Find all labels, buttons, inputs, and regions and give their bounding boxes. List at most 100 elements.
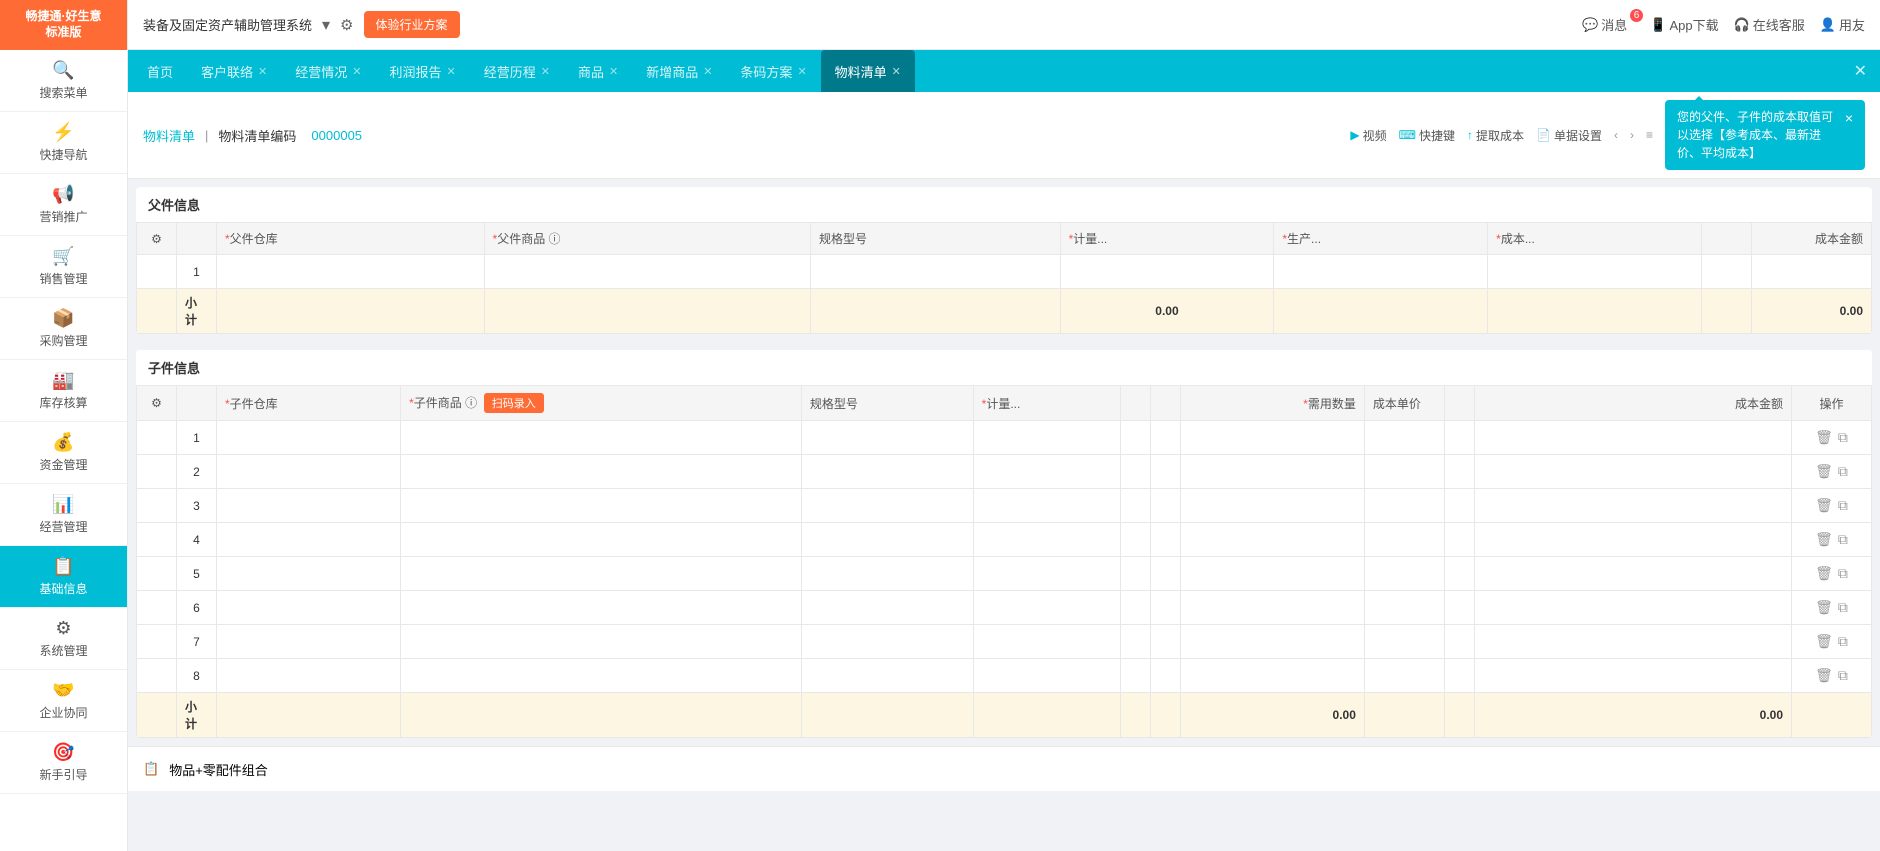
child-row-quantity-1[interactable]	[1180, 421, 1364, 455]
sidebar-item-资金管理[interactable]: 💰资金管理	[0, 422, 127, 484]
child-row-unit-5[interactable]	[973, 557, 1120, 591]
online-service-item[interactable]: 🎧 在线客服	[1734, 15, 1805, 34]
nav-tab-首页[interactable]: 首页	[133, 50, 187, 92]
sidebar-item-库存核算[interactable]: 🏭库存核算	[0, 360, 127, 422]
experience-button[interactable]: 体验行业方案	[364, 11, 460, 38]
child-row-cost-unit-4[interactable]	[1364, 523, 1444, 557]
close-tab-条码方案[interactable]: ✕	[797, 65, 806, 78]
delete-row-6-btn[interactable]: 🗑	[1815, 599, 1833, 616]
sidebar-item-企业协同[interactable]: 🤝企业协同	[0, 670, 127, 732]
child-row-quantity-5[interactable]	[1180, 557, 1364, 591]
delete-row-1-btn[interactable]: 🗑	[1815, 429, 1833, 446]
nav-tab-客户联络[interactable]: 客户联络 ✕	[187, 50, 281, 92]
nav-tab-经营历程[interactable]: 经营历程 ✕	[470, 50, 564, 92]
parent-row-unit[interactable]	[1060, 255, 1274, 289]
child-row-unit-2[interactable]	[973, 455, 1120, 489]
close-tab-经营情况[interactable]: ✕	[352, 65, 361, 78]
close-tab-物料清单[interactable]: ✕	[892, 65, 901, 78]
child-row-cost-unit-3[interactable]	[1364, 489, 1444, 523]
delete-row-2-btn[interactable]: 🗑	[1815, 463, 1833, 480]
message-badge-item[interactable]: 💬 消息 6	[1582, 15, 1635, 34]
nav-tab-物料清单[interactable]: 物料清单 ✕	[821, 50, 915, 92]
child-row-warehouse-3[interactable]	[217, 489, 401, 523]
extract-cost-action[interactable]: ↑提取成本	[1467, 127, 1524, 144]
child-row-cost-unit-6[interactable]	[1364, 591, 1444, 625]
nav-tab-利润报告[interactable]: 利润报告 ✕	[375, 50, 469, 92]
parent-row-product[interactable]	[484, 255, 810, 289]
delete-row-7-btn[interactable]: 🗑	[1815, 633, 1833, 650]
child-row-quantity-3[interactable]	[1180, 489, 1364, 523]
child-row-product-6[interactable]	[401, 591, 802, 625]
sidebar-item-基础信息[interactable]: 📋基础信息	[0, 546, 127, 608]
sidebar-item-营销推广[interactable]: 📢营销推广	[0, 174, 127, 236]
child-row-warehouse-7[interactable]	[217, 625, 401, 659]
child-row-warehouse-4[interactable]	[217, 523, 401, 557]
close-tab-经营历程[interactable]: ✕	[541, 65, 550, 78]
child-row-spec-5[interactable]	[801, 557, 973, 591]
child-row-quantity-4[interactable]	[1180, 523, 1364, 557]
child-row-spec-2[interactable]	[801, 455, 973, 489]
child-row-product-3[interactable]	[401, 489, 802, 523]
child-row-spec-3[interactable]	[801, 489, 973, 523]
child-row-warehouse-8[interactable]	[217, 659, 401, 693]
delete-row-5-btn[interactable]: 🗑	[1815, 565, 1833, 582]
copy-row-8-btn[interactable]: ⧉	[1838, 667, 1848, 684]
close-tab-新增商品[interactable]: ✕	[703, 65, 712, 78]
delete-row-3-btn[interactable]: 🗑	[1815, 497, 1833, 514]
close-tab-客户联络[interactable]: ✕	[258, 65, 267, 78]
child-row-unit-1[interactable]	[973, 421, 1120, 455]
settings-dropdown-icon[interactable]: ▾	[322, 15, 330, 35]
child-row-unit-8[interactable]	[973, 659, 1120, 693]
delete-row-8-btn[interactable]: 🗑	[1815, 667, 1833, 684]
gear-icon[interactable]: ⚙	[340, 16, 353, 34]
sidebar-item-采购管理[interactable]: 📦采购管理	[0, 298, 127, 360]
child-row-quantity-2[interactable]	[1180, 455, 1364, 489]
child-row-product-1[interactable]	[401, 421, 802, 455]
child-row-unit-6[interactable]	[973, 591, 1120, 625]
child-row-warehouse-5[interactable]	[217, 557, 401, 591]
child-row-product-8[interactable]	[401, 659, 802, 693]
delete-row-4-btn[interactable]: 🗑	[1815, 531, 1833, 548]
child-row-warehouse-1[interactable]	[217, 421, 401, 455]
close-tab-商品[interactable]: ✕	[609, 65, 618, 78]
child-row-cost-unit-8[interactable]	[1364, 659, 1444, 693]
copy-row-4-btn[interactable]: ⧉	[1838, 531, 1848, 548]
child-row-unit-4[interactable]	[973, 523, 1120, 557]
user-item[interactable]: 👤 用友	[1820, 15, 1865, 34]
copy-row-1-btn[interactable]: ⧉	[1838, 429, 1848, 446]
copy-row-5-btn[interactable]: ⧉	[1838, 565, 1848, 582]
prev-nav-btn[interactable]: ‹	[1614, 128, 1618, 142]
child-row-cost-unit-2[interactable]	[1364, 455, 1444, 489]
nav-tab-经营情况[interactable]: 经营情况 ✕	[281, 50, 375, 92]
copy-row-7-btn[interactable]: ⧉	[1838, 633, 1848, 650]
child-row-spec-7[interactable]	[801, 625, 973, 659]
child-row-warehouse-6[interactable]	[217, 591, 401, 625]
parent-row-cost[interactable]	[1488, 255, 1702, 289]
video-action[interactable]: ▶视频	[1350, 127, 1386, 144]
child-row-spec-6[interactable]	[801, 591, 973, 625]
copy-row-2-btn[interactable]: ⧉	[1838, 463, 1848, 480]
child-row-quantity-8[interactable]	[1180, 659, 1364, 693]
child-row-unit-7[interactable]	[973, 625, 1120, 659]
sidebar-item-新手引导[interactable]: 🎯新手引导	[0, 732, 127, 794]
child-row-unit-3[interactable]	[973, 489, 1120, 523]
child-row-cost-unit-5[interactable]	[1364, 557, 1444, 591]
sidebar-item-系统管理[interactable]: ⚙系统管理	[0, 608, 127, 670]
tooltip-close-btn[interactable]: ×	[1845, 108, 1853, 129]
child-row-product-4[interactable]	[401, 523, 802, 557]
child-row-quantity-7[interactable]	[1180, 625, 1364, 659]
sidebar-item-搜索菜单[interactable]: 🔍搜索菜单	[0, 50, 127, 112]
close-all-tabs-button[interactable]: ✕	[1846, 61, 1875, 81]
scan-input-button[interactable]: 扫码录入	[484, 393, 544, 413]
child-row-product-5[interactable]	[401, 557, 802, 591]
child-row-spec-1[interactable]	[801, 421, 973, 455]
child-row-product-2[interactable]	[401, 455, 802, 489]
app-download-item[interactable]: 📱 App下载	[1650, 15, 1718, 34]
copy-row-6-btn[interactable]: ⧉	[1838, 599, 1848, 616]
nav-tab-商品[interactable]: 商品 ✕	[564, 50, 632, 92]
grid-view-btn[interactable]: ≡	[1646, 128, 1653, 142]
copy-row-3-btn[interactable]: ⧉	[1838, 497, 1848, 514]
child-row-cost-unit-1[interactable]	[1364, 421, 1444, 455]
nav-tab-新增商品[interactable]: 新增商品 ✕	[632, 50, 726, 92]
single-settings-action[interactable]: 📄单据设置	[1536, 127, 1602, 144]
